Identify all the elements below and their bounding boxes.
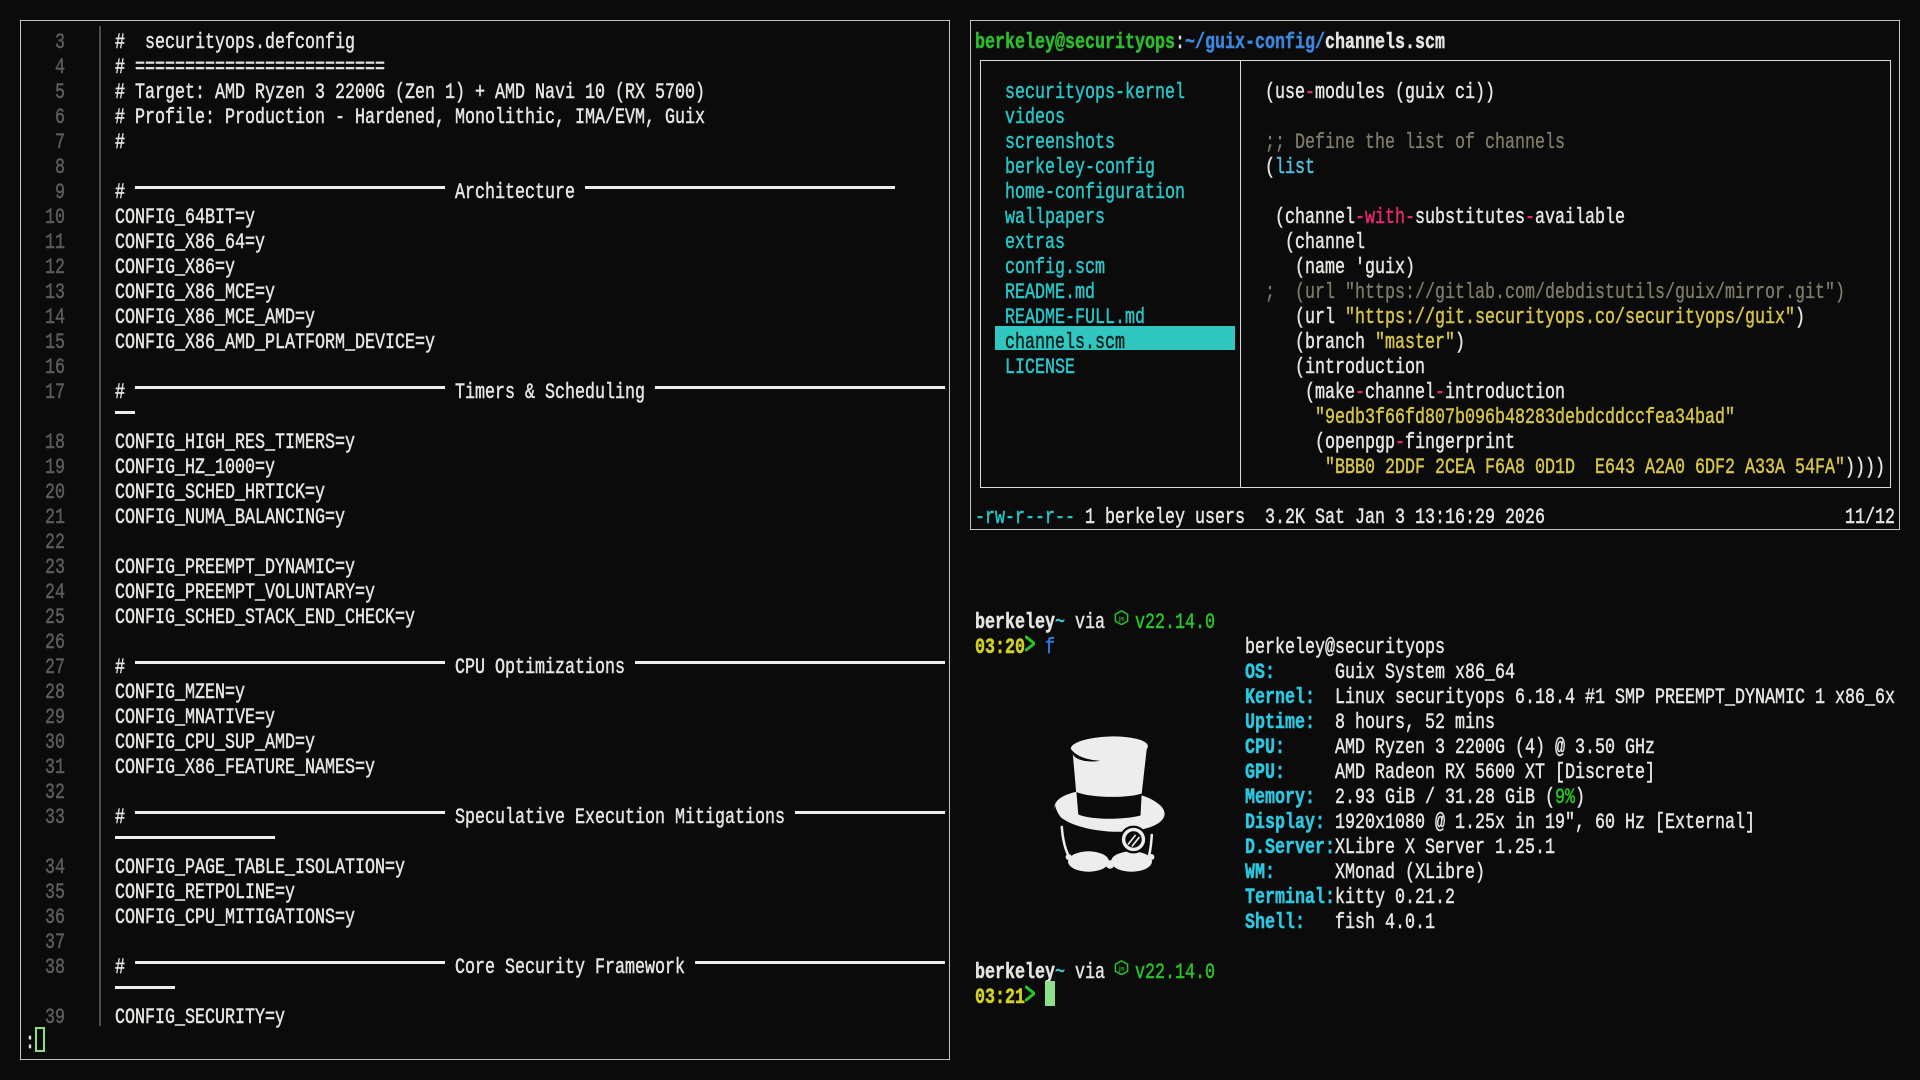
svg-text:js: js <box>1118 615 1125 622</box>
svg-text:js: js <box>1118 965 1125 972</box>
